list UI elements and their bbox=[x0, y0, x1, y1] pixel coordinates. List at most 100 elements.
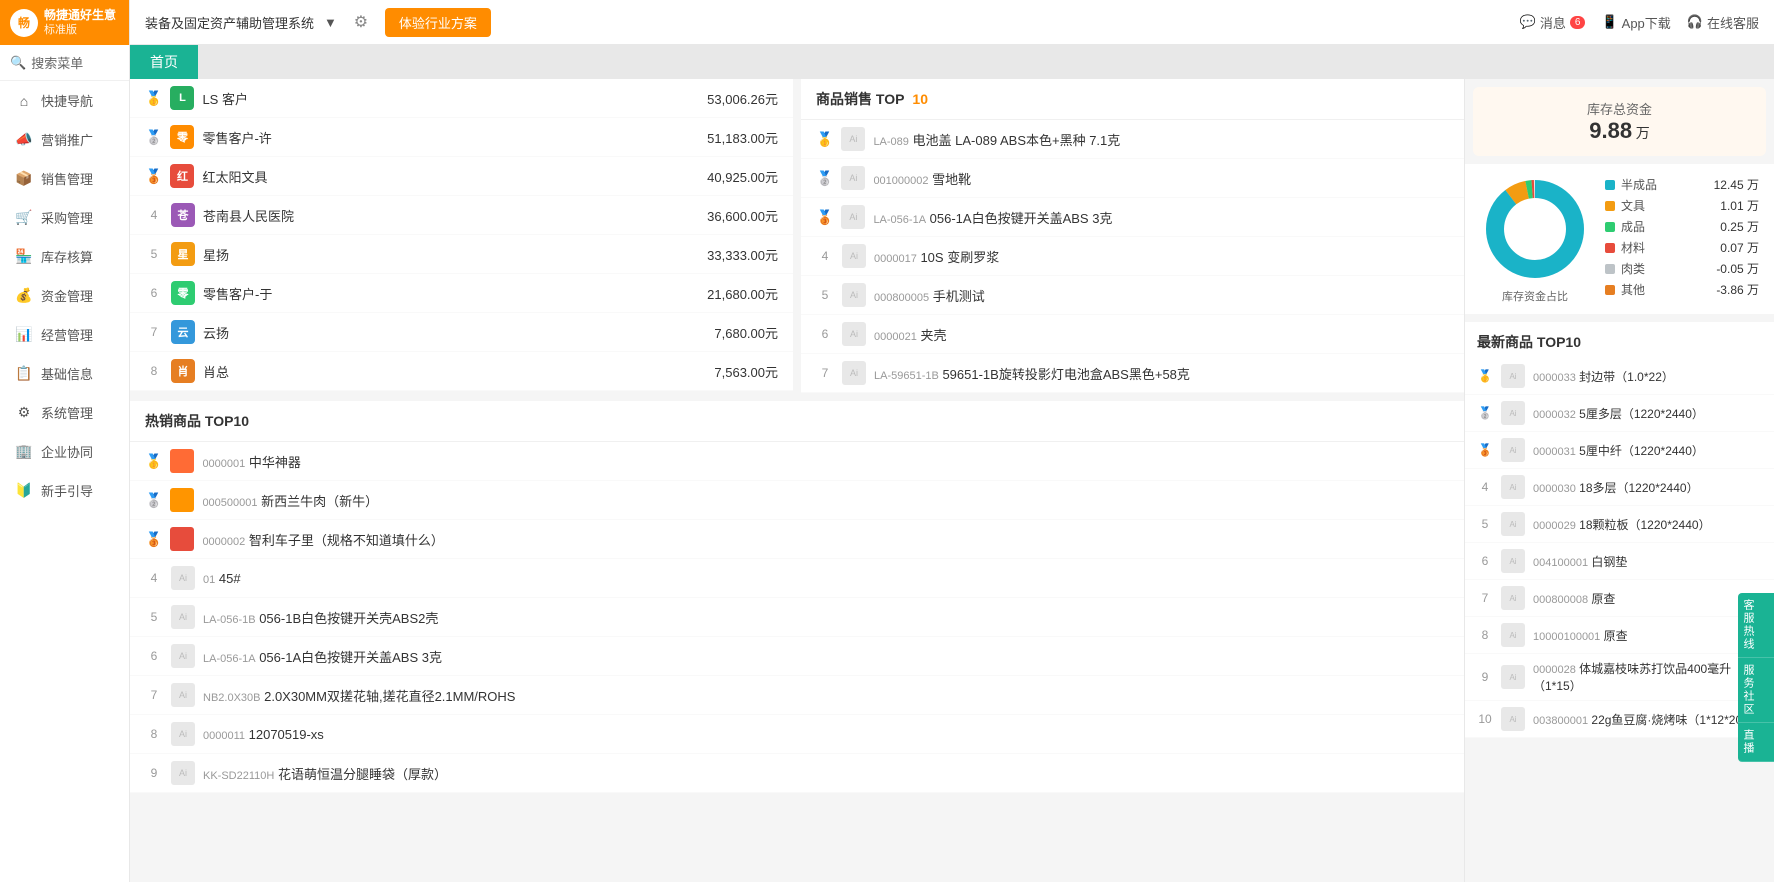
customer-avatar-4: 苍 bbox=[171, 203, 195, 227]
rank-num-7: 7 bbox=[145, 325, 163, 339]
new-prod-row-3[interactable]: 🥉 Ai 0000031 5厘中纤（1220*2440） bbox=[1465, 432, 1774, 469]
hot-prod-name-3: 0000002 智利车子里（规格不知道填什么） bbox=[202, 530, 1449, 549]
customer-row-7[interactable]: 7 云 云扬 7,680.00元 bbox=[130, 313, 793, 352]
hot-prod-name-8: 0000011 12070519-xs bbox=[203, 727, 1449, 742]
sidebar-item-operations[interactable]: 📊 经营管理 bbox=[0, 315, 129, 354]
customer-row-5[interactable]: 5 星 星扬 33,333.00元 bbox=[130, 235, 793, 274]
rank-medal-1: 🥇 bbox=[145, 90, 162, 107]
prod-sales-row-3[interactable]: 🥉 Ai LA-056-1A 056-1A白色按键开关盖ABS 3克 bbox=[801, 198, 1464, 237]
prod-sales-row-4[interactable]: 4 Ai 0000017 10S 变刷罗浆 bbox=[801, 237, 1464, 276]
hot-prod-row-9[interactable]: 9 Ai KK-SD22110H 花语萌恒温分腿睡袋（厚款） bbox=[130, 754, 1464, 793]
messages-button[interactable]: 💬 消息 6 bbox=[1520, 13, 1586, 32]
hot-rank-num-6: 6 bbox=[145, 649, 163, 663]
sidebar-item-inventory[interactable]: 🏪 库存核算 bbox=[0, 237, 129, 276]
new-prod-name-8: 10000100001 原查 bbox=[1533, 627, 1762, 644]
rank-num-5: 5 bbox=[145, 247, 163, 261]
float-btn-community[interactable]: 服务社区 bbox=[1738, 658, 1774, 723]
sidebar-item-basic[interactable]: 📋 基础信息 bbox=[0, 354, 129, 393]
customer-row-8[interactable]: 8 肖 肖总 7,563.00元 bbox=[130, 352, 793, 391]
customer-row-1[interactable]: 🥇 L LS 客户 53,006.26元 bbox=[130, 79, 793, 118]
prod-thumb-2: Ai bbox=[841, 166, 865, 190]
new-prod-row-2[interactable]: 🥈 Ai 0000032 5厘多层（1220*2440） bbox=[1465, 395, 1774, 432]
search-menu[interactable]: 🔍 搜索菜单 bbox=[0, 45, 129, 81]
new-prod-rank-1: 🥇 bbox=[1477, 369, 1493, 383]
topbar-right: 💬 消息 6 📱 App下载 🎧 在线客服 bbox=[1520, 13, 1759, 32]
tab-home[interactable]: 首页 bbox=[130, 45, 198, 79]
hot-products-section: 热销商品 TOP10 🥇 0000001 中华神器 🥈 000500001 新西… bbox=[130, 401, 1464, 793]
logo-icon: 畅 bbox=[10, 9, 38, 37]
customer-row-6[interactable]: 6 零 零售客户-于 21,680.00元 bbox=[130, 274, 793, 313]
legend-dot-5 bbox=[1605, 285, 1615, 295]
float-btn-service[interactable]: 客服热线 bbox=[1738, 593, 1774, 658]
customer-avatar-6: 零 bbox=[171, 281, 195, 305]
prod-sales-row-5[interactable]: 5 Ai 000800005 手机测试 bbox=[801, 276, 1464, 315]
new-prod-row-10[interactable]: 10 Ai 003800001 22g鱼豆腐·烧烤味（1*12*20） bbox=[1465, 701, 1774, 738]
hot-prod-row-5[interactable]: 5 Ai LA-056-1B 056-1B白色按键开关壳ABS2壳 bbox=[130, 598, 1464, 637]
hot-rank-1: 🥇 bbox=[145, 453, 162, 470]
new-prod-thumb-6: Ai bbox=[1501, 549, 1525, 573]
prod-sales-row-7[interactable]: 7 Ai LA-59651-1B 59651-1B旋转投影灯电池盒ABS黑色+5… bbox=[801, 354, 1464, 393]
sidebar-item-guide[interactable]: 🔰 新手引导 bbox=[0, 471, 129, 510]
sidebar-item-sales[interactable]: 📦 销售管理 bbox=[0, 159, 129, 198]
logo-text: 畅捷通好生意 标准版 bbox=[44, 8, 116, 38]
customer-name-2: 零售客户-许 bbox=[202, 128, 699, 147]
product-sales-list: 商品销售 TOP 10 🥇 Ai LA-089 电池盖 LA-089 ABS本色… bbox=[801, 79, 1464, 393]
new-prod-row-4[interactable]: 4 Ai 0000030 18多层（1220*2440） bbox=[1465, 469, 1774, 506]
sidebar-item-purchase[interactable]: 🛒 采购管理 bbox=[0, 198, 129, 237]
basic-icon: 📋 bbox=[15, 365, 33, 383]
new-prod-row-5[interactable]: 5 Ai 0000029 18颗粒板（1220*2440） bbox=[1465, 506, 1774, 543]
inventory-icon: 🏪 bbox=[15, 248, 33, 266]
hot-prod-row-3[interactable]: 🥉 0000002 智利车子里（规格不知道填什么） bbox=[130, 520, 1464, 559]
customer-avatar-3: 红 bbox=[170, 164, 194, 188]
settings-icon[interactable]: ⚙ bbox=[347, 8, 375, 36]
top-customers-section: 🥇 L LS 客户 53,006.26元 🥈 零 零售客户-许 51,183.0… bbox=[130, 79, 793, 401]
prod-sales-row-2[interactable]: 🥈 Ai 001000002 雪地靴 bbox=[801, 159, 1464, 198]
customer-row-2[interactable]: 🥈 零 零售客户-许 51,183.00元 bbox=[130, 118, 793, 157]
new-prod-name-7: 000800008 原查 bbox=[1533, 590, 1762, 607]
new-prod-row-7[interactable]: 7 Ai 000800008 原查 bbox=[1465, 580, 1774, 617]
prod-rank-num-5: 5 bbox=[816, 288, 834, 302]
customer-row-3[interactable]: 🥉 红 红太阳文具 40,925.00元 bbox=[130, 157, 793, 196]
app-download-button[interactable]: 📱 App下载 bbox=[1601, 13, 1670, 32]
customer-name-6: 零售客户-于 bbox=[203, 284, 699, 303]
customer-name-4: 苍南县人民医院 bbox=[203, 206, 699, 225]
hot-rank-num-4: 4 bbox=[145, 571, 163, 585]
online-service-button[interactable]: 🎧 在线客服 bbox=[1687, 13, 1759, 32]
new-prod-name-10: 003800001 22g鱼豆腐·烧烤味（1*12*20） bbox=[1533, 711, 1762, 728]
new-prod-row-8[interactable]: 8 Ai 10000100001 原查 bbox=[1465, 617, 1774, 654]
hot-prod-row-8[interactable]: 8 Ai 0000011 12070519-xs bbox=[130, 715, 1464, 754]
customer-amount-3: 40,925.00元 bbox=[707, 167, 778, 186]
hot-prod-name-5: LA-056-1B 056-1B白色按键开关壳ABS2壳 bbox=[203, 608, 1449, 627]
sidebar-item-system[interactable]: ⚙ 系统管理 bbox=[0, 393, 129, 432]
float-btn-live[interactable]: 直播 bbox=[1738, 723, 1774, 762]
hot-prod-row-2[interactable]: 🥈 000500001 新西兰牛肉（新牛） bbox=[130, 481, 1464, 520]
sidebar-item-finance[interactable]: 💰 资金管理 bbox=[0, 276, 129, 315]
trial-button[interactable]: 体验行业方案 bbox=[385, 8, 491, 37]
new-prod-thumb-7: Ai bbox=[1501, 586, 1525, 610]
hot-prod-row-4[interactable]: 4 Ai 01 45# bbox=[130, 559, 1464, 598]
prod-sales-row-6[interactable]: 6 Ai 0000021 夹壳 bbox=[801, 315, 1464, 354]
prod-sales-row-1[interactable]: 🥇 Ai LA-089 电池盖 LA-089 ABS本色+黑种 7.1克 bbox=[801, 120, 1464, 159]
customer-row-4[interactable]: 4 苍 苍南县人民医院 36,600.00元 bbox=[130, 196, 793, 235]
customer-avatar-5: 星 bbox=[171, 242, 195, 266]
sidebar-item-quicknav[interactable]: ⌂ 快捷导航 bbox=[0, 81, 129, 120]
float-buttons: 客服热线 服务社区 直播 bbox=[1738, 593, 1774, 762]
prod-thumb-4: Ai bbox=[842, 244, 866, 268]
hot-products-header: 热销商品 TOP10 bbox=[130, 401, 1464, 442]
new-prod-name-3: 0000031 5厘中纤（1220*2440） bbox=[1533, 442, 1762, 459]
hot-prod-row-6[interactable]: 6 Ai LA-056-1A 056-1A白色按键开关盖ABS 3克 bbox=[130, 637, 1464, 676]
title-dropdown[interactable]: ▼ bbox=[324, 15, 337, 30]
hot-prod-name-9: KK-SD22110H 花语萌恒温分腿睡袋（厚款） bbox=[203, 764, 1449, 783]
new-prod-thumb-4: Ai bbox=[1501, 475, 1525, 499]
inventory-legend: 半成品 12.45 万 文具 1.01 万 成品 0.25 万 bbox=[1605, 176, 1759, 302]
new-prod-name-9: 0000028 体城嘉枝味苏打饮品400毫升（1*15） bbox=[1533, 660, 1762, 694]
legend-item-1: 文具 1.01 万 bbox=[1605, 197, 1759, 214]
new-prod-row-6[interactable]: 6 Ai 004100001 白钢垫 bbox=[1465, 543, 1774, 580]
sidebar-item-marketing[interactable]: 📣 营销推广 bbox=[0, 120, 129, 159]
hot-prod-row-1[interactable]: 🥇 0000001 中华神器 bbox=[130, 442, 1464, 481]
legend-dot-3 bbox=[1605, 243, 1615, 253]
hot-prod-row-7[interactable]: 7 Ai NB2.0X30B 2.0X30MM双搓花轴,搓花直径2.1MM/RO… bbox=[130, 676, 1464, 715]
new-prod-row-9[interactable]: 9 Ai 0000028 体城嘉枝味苏打饮品400毫升（1*15） bbox=[1465, 654, 1774, 701]
sidebar-item-company[interactable]: 🏢 企业协同 bbox=[0, 432, 129, 471]
new-prod-row-1[interactable]: 🥇 Ai 0000033 封边带（1.0*22） bbox=[1465, 358, 1774, 395]
